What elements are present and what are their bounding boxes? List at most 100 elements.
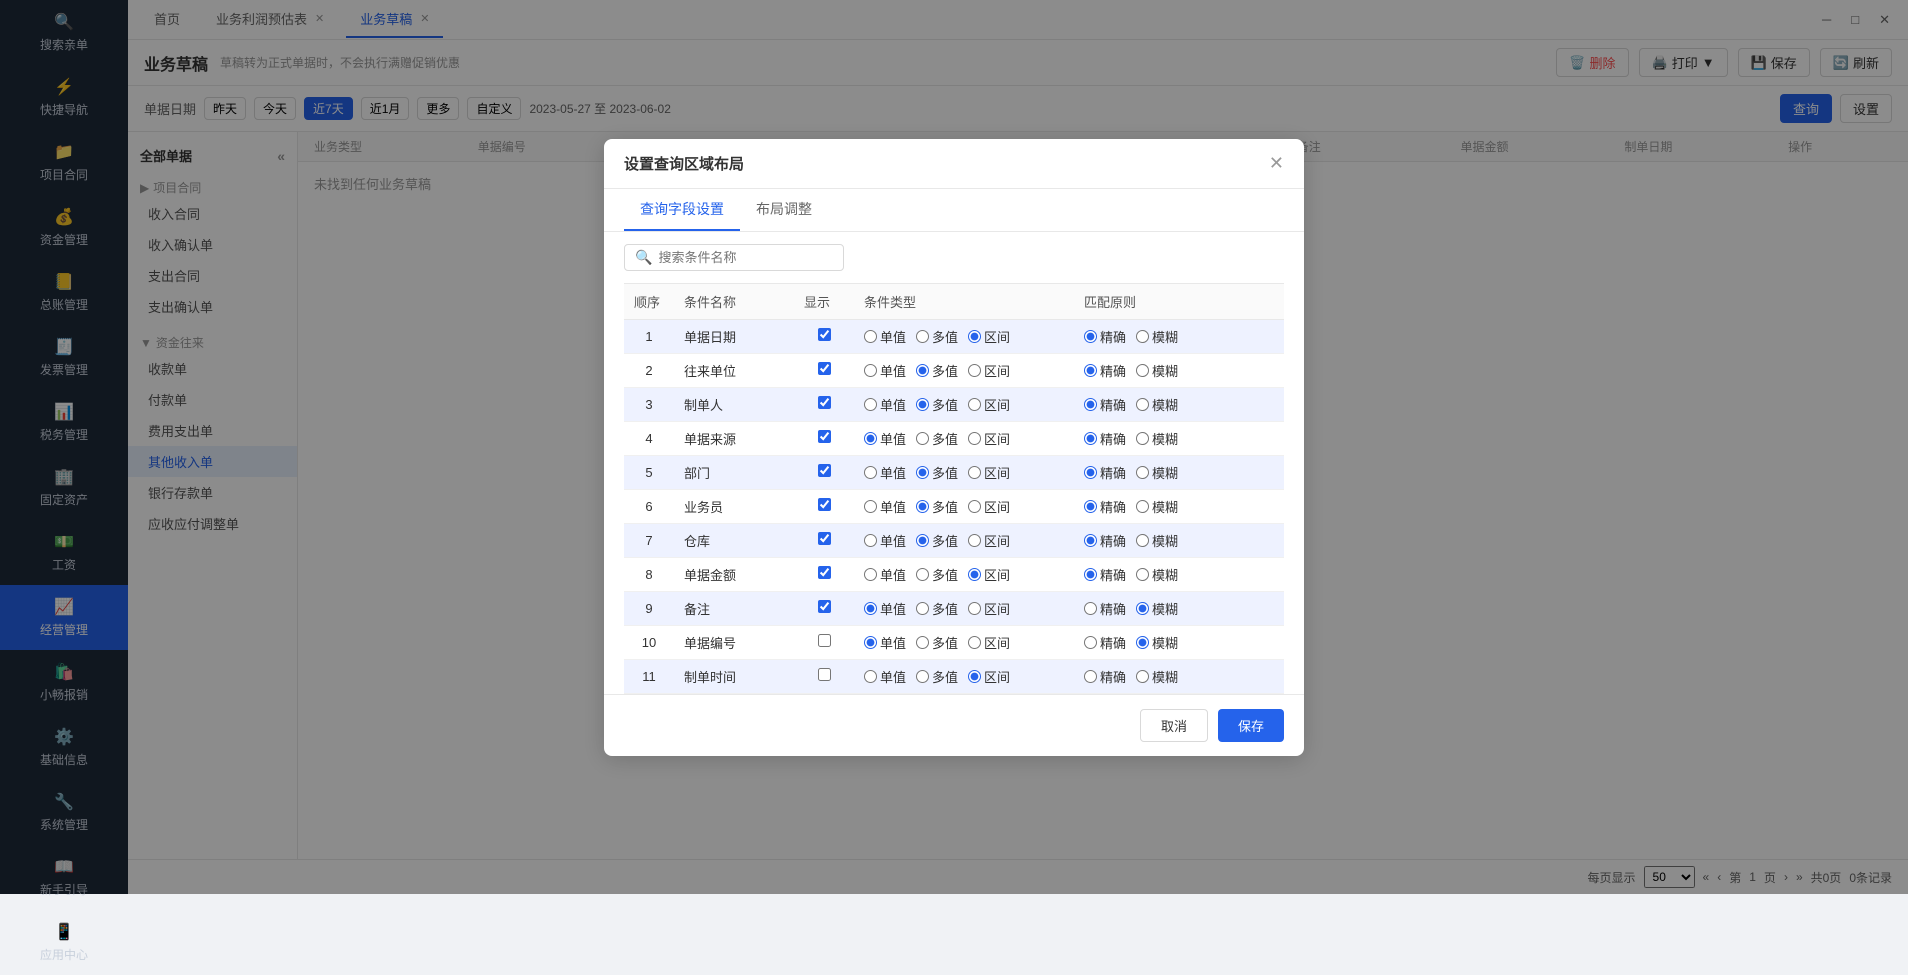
match-fuzzy-radio[interactable] bbox=[1136, 330, 1149, 343]
condition-range-radio[interactable] bbox=[968, 500, 981, 513]
match-fuzzy-radio-label[interactable]: 模糊 bbox=[1136, 633, 1178, 652]
condition-single-radio-label[interactable]: 单值 bbox=[864, 395, 906, 414]
match-fuzzy-radio-label[interactable]: 模糊 bbox=[1136, 599, 1178, 618]
match-exact-radio[interactable] bbox=[1084, 636, 1097, 649]
match-exact-radio[interactable] bbox=[1084, 398, 1097, 411]
condition-multiple-radio-label[interactable]: 多值 bbox=[916, 531, 958, 550]
condition-multiple-radio[interactable] bbox=[916, 602, 929, 615]
cancel-button[interactable]: 取消 bbox=[1140, 709, 1208, 742]
match-exact-radio[interactable] bbox=[1084, 500, 1097, 513]
display-checkbox[interactable] bbox=[818, 430, 831, 443]
condition-range-radio-label[interactable]: 区间 bbox=[968, 429, 1010, 448]
condition-multiple-radio-label[interactable]: 多值 bbox=[916, 599, 958, 618]
match-exact-radio-label[interactable]: 精确 bbox=[1084, 361, 1126, 380]
display-checkbox[interactable] bbox=[818, 362, 831, 375]
condition-single-radio[interactable] bbox=[864, 636, 877, 649]
condition-multiple-radio[interactable] bbox=[916, 398, 929, 411]
display-checkbox[interactable] bbox=[818, 498, 831, 511]
condition-single-radio-label[interactable]: 单值 bbox=[864, 531, 906, 550]
condition-range-radio-label[interactable]: 区间 bbox=[968, 327, 1010, 346]
condition-single-radio[interactable] bbox=[864, 364, 877, 377]
condition-range-radio[interactable] bbox=[968, 568, 981, 581]
match-exact-radio[interactable] bbox=[1084, 364, 1097, 377]
condition-single-radio[interactable] bbox=[864, 568, 877, 581]
condition-multiple-radio-label[interactable]: 多值 bbox=[916, 429, 958, 448]
condition-single-radio[interactable] bbox=[864, 330, 877, 343]
match-exact-radio-label[interactable]: 精确 bbox=[1084, 497, 1126, 516]
match-fuzzy-radio[interactable] bbox=[1136, 398, 1149, 411]
match-exact-radio-label[interactable]: 精确 bbox=[1084, 429, 1126, 448]
match-exact-radio[interactable] bbox=[1084, 534, 1097, 547]
match-fuzzy-radio[interactable] bbox=[1136, 364, 1149, 377]
condition-range-radio[interactable] bbox=[968, 534, 981, 547]
condition-multiple-radio-label[interactable]: 多值 bbox=[916, 497, 958, 516]
condition-multiple-radio[interactable] bbox=[916, 466, 929, 479]
match-fuzzy-radio[interactable] bbox=[1136, 500, 1149, 513]
condition-range-radio[interactable] bbox=[968, 432, 981, 445]
condition-multiple-radio-label[interactable]: 多值 bbox=[916, 361, 958, 380]
condition-range-radio-label[interactable]: 区间 bbox=[968, 463, 1010, 482]
match-fuzzy-radio-label[interactable]: 模糊 bbox=[1136, 395, 1178, 414]
display-checkbox[interactable] bbox=[818, 464, 831, 477]
match-exact-radio-label[interactable]: 精确 bbox=[1084, 599, 1126, 618]
display-checkbox[interactable] bbox=[818, 532, 831, 545]
condition-multiple-radio[interactable] bbox=[916, 330, 929, 343]
condition-single-radio-label[interactable]: 单值 bbox=[864, 565, 906, 584]
match-exact-radio-label[interactable]: 精确 bbox=[1084, 531, 1126, 550]
condition-multiple-radio-label[interactable]: 多值 bbox=[916, 395, 958, 414]
condition-range-radio-label[interactable]: 区间 bbox=[968, 599, 1010, 618]
condition-multiple-radio-label[interactable]: 多值 bbox=[916, 565, 958, 584]
condition-range-radio[interactable] bbox=[968, 636, 981, 649]
match-fuzzy-radio-label[interactable]: 模糊 bbox=[1136, 327, 1178, 346]
display-checkbox[interactable] bbox=[818, 396, 831, 409]
condition-search-input[interactable] bbox=[658, 250, 833, 265]
match-fuzzy-radio[interactable] bbox=[1136, 636, 1149, 649]
condition-range-radio-label[interactable]: 区间 bbox=[968, 361, 1010, 380]
match-exact-radio[interactable] bbox=[1084, 568, 1097, 581]
condition-range-radio[interactable] bbox=[968, 330, 981, 343]
dialog-tab-layout-adjust[interactable]: 布局调整 bbox=[740, 189, 828, 231]
condition-single-radio[interactable] bbox=[864, 500, 877, 513]
condition-range-radio-label[interactable]: 区间 bbox=[968, 633, 1010, 652]
match-exact-radio-label[interactable]: 精确 bbox=[1084, 633, 1126, 652]
match-exact-radio[interactable] bbox=[1084, 432, 1097, 445]
condition-multiple-radio-label[interactable]: 多值 bbox=[916, 327, 958, 346]
condition-multiple-radio[interactable] bbox=[916, 636, 929, 649]
condition-single-radio[interactable] bbox=[864, 602, 877, 615]
condition-range-radio-label[interactable]: 区间 bbox=[968, 531, 1010, 550]
condition-multiple-radio-label[interactable]: 多值 bbox=[916, 667, 958, 686]
match-fuzzy-radio-label[interactable]: 模糊 bbox=[1136, 667, 1178, 686]
condition-range-radio-label[interactable]: 区间 bbox=[968, 497, 1010, 516]
match-exact-radio-label[interactable]: 精确 bbox=[1084, 565, 1126, 584]
match-fuzzy-radio[interactable] bbox=[1136, 568, 1149, 581]
condition-range-radio-label[interactable]: 区间 bbox=[968, 565, 1010, 584]
match-fuzzy-radio-label[interactable]: 模糊 bbox=[1136, 497, 1178, 516]
match-fuzzy-radio[interactable] bbox=[1136, 602, 1149, 615]
condition-single-radio[interactable] bbox=[864, 398, 877, 411]
condition-range-radio-label[interactable]: 区间 bbox=[968, 667, 1010, 686]
condition-single-radio-label[interactable]: 单值 bbox=[864, 361, 906, 380]
display-checkbox[interactable] bbox=[818, 668, 831, 681]
match-fuzzy-radio-label[interactable]: 模糊 bbox=[1136, 531, 1178, 550]
match-fuzzy-radio-label[interactable]: 模糊 bbox=[1136, 361, 1178, 380]
match-exact-radio[interactable] bbox=[1084, 330, 1097, 343]
condition-range-radio[interactable] bbox=[968, 398, 981, 411]
condition-multiple-radio[interactable] bbox=[916, 500, 929, 513]
match-exact-radio[interactable] bbox=[1084, 602, 1097, 615]
match-exact-radio-label[interactable]: 精确 bbox=[1084, 667, 1126, 686]
match-exact-radio[interactable] bbox=[1084, 670, 1097, 683]
dialog-tab-field-settings[interactable]: 查询字段设置 bbox=[624, 189, 740, 231]
condition-multiple-radio[interactable] bbox=[916, 534, 929, 547]
condition-range-radio[interactable] bbox=[968, 364, 981, 377]
display-checkbox[interactable] bbox=[818, 328, 831, 341]
save-dialog-button[interactable]: 保存 bbox=[1218, 709, 1284, 742]
condition-range-radio[interactable] bbox=[968, 670, 981, 683]
condition-single-radio-label[interactable]: 单值 bbox=[864, 429, 906, 448]
condition-single-radio-label[interactable]: 单值 bbox=[864, 497, 906, 516]
condition-single-radio[interactable] bbox=[864, 432, 877, 445]
condition-multiple-radio[interactable] bbox=[916, 670, 929, 683]
condition-multiple-radio[interactable] bbox=[916, 432, 929, 445]
match-fuzzy-radio-label[interactable]: 模糊 bbox=[1136, 429, 1178, 448]
condition-multiple-radio-label[interactable]: 多值 bbox=[916, 463, 958, 482]
condition-multiple-radio[interactable] bbox=[916, 364, 929, 377]
